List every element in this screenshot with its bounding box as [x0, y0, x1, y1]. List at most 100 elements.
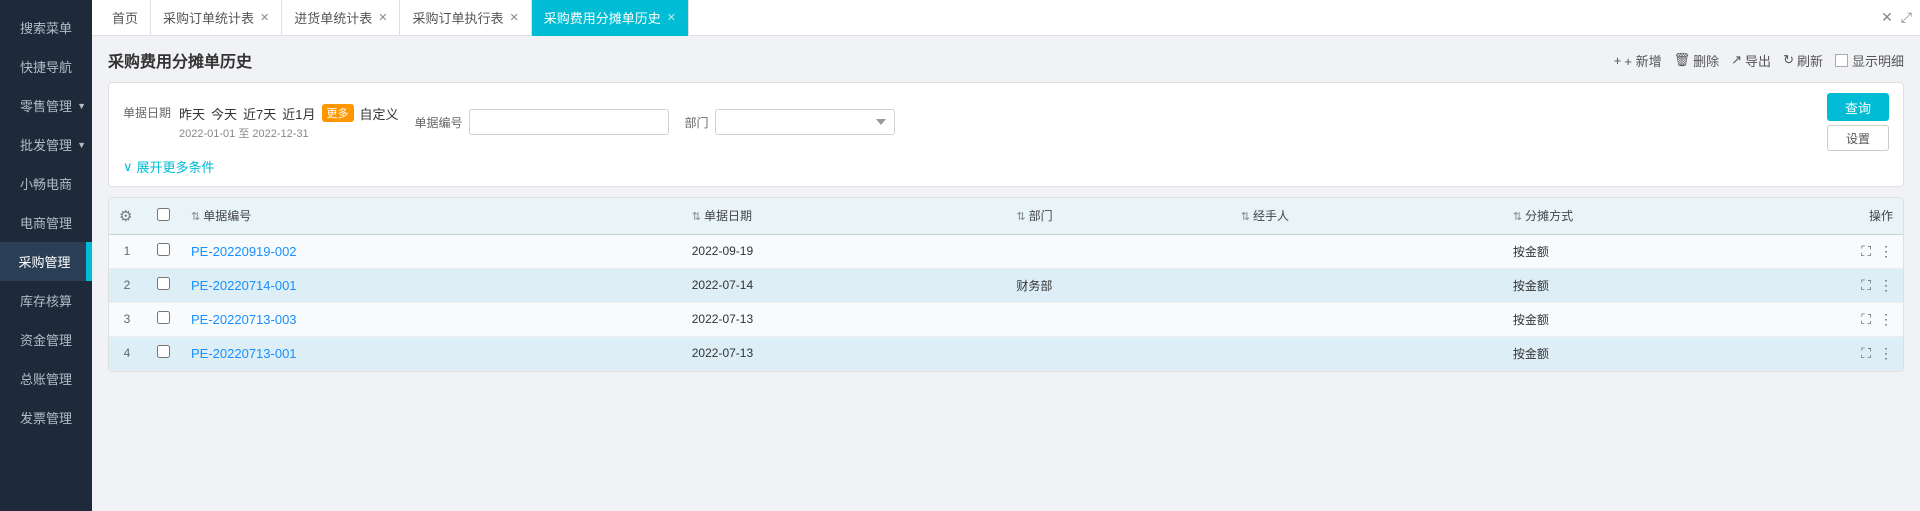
more-icon[interactable]: ⋮ [1879, 243, 1893, 260]
doc-num-input[interactable] [469, 109, 669, 135]
row-method: 按金额 [1503, 336, 1823, 370]
row-checkbox[interactable] [157, 345, 170, 358]
edit-icon[interactable]: ⛶ [1861, 277, 1871, 294]
sidebar-item-search[interactable]: 搜索菜单 [0, 8, 92, 47]
row-doc-num[interactable]: PE-20220713-003 [181, 302, 682, 336]
close-icon[interactable]: ✕ [667, 11, 676, 24]
chevron-down-icon: ▼ [77, 101, 86, 111]
query-button[interactable]: 查询 [1827, 93, 1889, 121]
sidebar-item-purchase[interactable]: 采购管理 [0, 242, 92, 281]
tab-home[interactable]: 首页 [100, 0, 151, 36]
dept-filter: 部门 财务部 [685, 109, 895, 135]
tab-purchase-order-exec[interactable]: 采购订单执行表 ✕ [400, 0, 531, 36]
row-dept [1006, 302, 1230, 336]
row-handler [1231, 336, 1503, 370]
row-handler [1231, 302, 1503, 336]
row-doc-num[interactable]: PE-20220714-001 [181, 268, 682, 302]
shortcut-yesterday[interactable]: 昨天 [179, 104, 205, 123]
setting-button[interactable]: 设置 [1827, 125, 1889, 151]
export-button[interactable]: ↗ 导出 [1731, 51, 1771, 70]
delete-icon: 🗑 [1674, 52, 1691, 68]
doc-num-link[interactable]: PE-20220919-002 [191, 244, 297, 259]
row-checkbox[interactable] [157, 277, 170, 290]
chevron-down-icon: ▼ [77, 140, 86, 150]
date-range-display: 2022-01-01 至 2022-12-31 [179, 125, 399, 141]
th-doc-num[interactable]: 单据编号 [181, 198, 682, 234]
row-checkbox-cell[interactable] [145, 336, 181, 370]
doc-num-link[interactable]: PE-20220713-003 [191, 312, 297, 327]
close-icon[interactable]: ✕ [378, 11, 387, 24]
data-table-container: ⚙ 单据编号 单据日期 部门 经手人 分摊方式 操作 1 [108, 197, 1904, 372]
tab-purchase-cost-history[interactable]: 采购费用分摊单历史 ✕ [532, 0, 689, 36]
doc-num-link[interactable]: PE-20220714-001 [191, 278, 297, 293]
row-method: 按金额 [1503, 234, 1823, 268]
th-checkbox[interactable] [145, 198, 181, 234]
row-dept: 财务部 [1006, 268, 1230, 302]
doc-num-filter: 单据编号 [415, 109, 669, 135]
row-number: 4 [109, 336, 145, 370]
add-button[interactable]: + + 新增 [1614, 51, 1662, 70]
sidebar-item-finance[interactable]: 资金管理 [0, 320, 92, 359]
more-icon[interactable]: ⋮ [1879, 311, 1893, 328]
th-dept[interactable]: 部门 [1006, 198, 1230, 234]
close-icon[interactable]: ✕ [510, 11, 519, 24]
row-method: 按金额 [1503, 302, 1823, 336]
row-checkbox-cell[interactable] [145, 234, 181, 268]
settings-icon[interactable]: ⚙ [119, 208, 132, 225]
close-window-icon[interactable]: ✕ [1881, 9, 1893, 26]
more-icon[interactable]: ⋮ [1879, 277, 1893, 294]
shortcut-7days[interactable]: 近7天 [243, 104, 276, 123]
shortcut-more[interactable]: 更多 [322, 104, 354, 122]
refresh-button[interactable]: ↻ 刷新 [1783, 51, 1823, 70]
th-handler[interactable]: 经手人 [1231, 198, 1503, 234]
add-icon: + [1614, 53, 1622, 68]
sidebar-item-inventory[interactable]: 库存核算 [0, 281, 92, 320]
row-date: 2022-07-14 [682, 268, 1007, 302]
data-table: ⚙ 单据编号 单据日期 部门 经手人 分摊方式 操作 1 [109, 198, 1903, 371]
tab-purchase-order-stats[interactable]: 采购订单统计表 ✕ [151, 0, 282, 36]
page-title: 采购费用分摊单历史 [108, 48, 252, 72]
more-icon[interactable]: ⋮ [1879, 345, 1893, 362]
row-dept [1006, 234, 1230, 268]
select-all-checkbox[interactable] [157, 208, 170, 221]
edit-icon[interactable]: ⛶ [1861, 345, 1871, 362]
th-settings[interactable]: ⚙ [109, 198, 145, 234]
table-row: 4 PE-20220713-001 2022-07-13 按金额 ⛶ ⋮ [109, 336, 1903, 370]
row-actions: ⛶ ⋮ [1823, 336, 1903, 370]
row-handler [1231, 234, 1503, 268]
row-checkbox[interactable] [157, 311, 170, 324]
edit-icon[interactable]: ⛶ [1861, 243, 1871, 260]
row-checkbox-cell[interactable] [145, 302, 181, 336]
th-method[interactable]: 分摊方式 [1503, 198, 1823, 234]
sidebar-item-retail[interactable]: 零售管理 ▼ [0, 86, 92, 125]
display-checkbox[interactable] [1835, 54, 1848, 67]
page-header: 采购费用分摊单历史 + + 新增 🗑 删除 ↗ 导出 ↻ 刷新 [108, 48, 1904, 72]
row-doc-num[interactable]: PE-20220919-002 [181, 234, 682, 268]
page-content: 采购费用分摊单历史 + + 新增 🗑 删除 ↗ 导出 ↻ 刷新 [92, 36, 1920, 511]
shortcut-custom[interactable]: 自定义 [360, 104, 399, 123]
doc-num-label: 单据编号 [415, 114, 463, 131]
delete-button[interactable]: 🗑 删除 [1674, 51, 1720, 70]
row-checkbox-cell[interactable] [145, 268, 181, 302]
sidebar-item-ledger[interactable]: 总账管理 [0, 359, 92, 398]
expand-more-btn[interactable]: ∨ 展开更多条件 [123, 157, 1889, 176]
tab-stock-stats[interactable]: 进货单统计表 ✕ [282, 0, 400, 36]
export-icon: ↗ [1731, 52, 1742, 68]
doc-num-link[interactable]: PE-20220713-001 [191, 346, 297, 361]
display-toggle[interactable]: 显示明细 [1835, 51, 1904, 70]
shortcut-today[interactable]: 今天 [211, 104, 237, 123]
maximize-window-icon[interactable]: ⤢ [1901, 9, 1912, 26]
row-checkbox[interactable] [157, 243, 170, 256]
row-doc-num[interactable]: PE-20220713-001 [181, 336, 682, 370]
sidebar-item-quicknav[interactable]: 快捷导航 [0, 47, 92, 86]
sidebar-item-ecommerce-small[interactable]: 小畅电商 [0, 164, 92, 203]
table-row: 3 PE-20220713-003 2022-07-13 按金额 ⛶ ⋮ [109, 302, 1903, 336]
sidebar-item-invoice[interactable]: 发票管理 [0, 398, 92, 437]
sidebar-item-ecommerce[interactable]: 电商管理 [0, 203, 92, 242]
dept-select[interactable]: 财务部 [715, 109, 895, 135]
close-icon[interactable]: ✕ [260, 11, 269, 24]
shortcut-1month[interactable]: 近1月 [282, 104, 315, 123]
th-date[interactable]: 单据日期 [682, 198, 1007, 234]
sidebar-item-wholesale[interactable]: 批发管理 ▼ [0, 125, 92, 164]
edit-icon[interactable]: ⛶ [1861, 311, 1871, 328]
